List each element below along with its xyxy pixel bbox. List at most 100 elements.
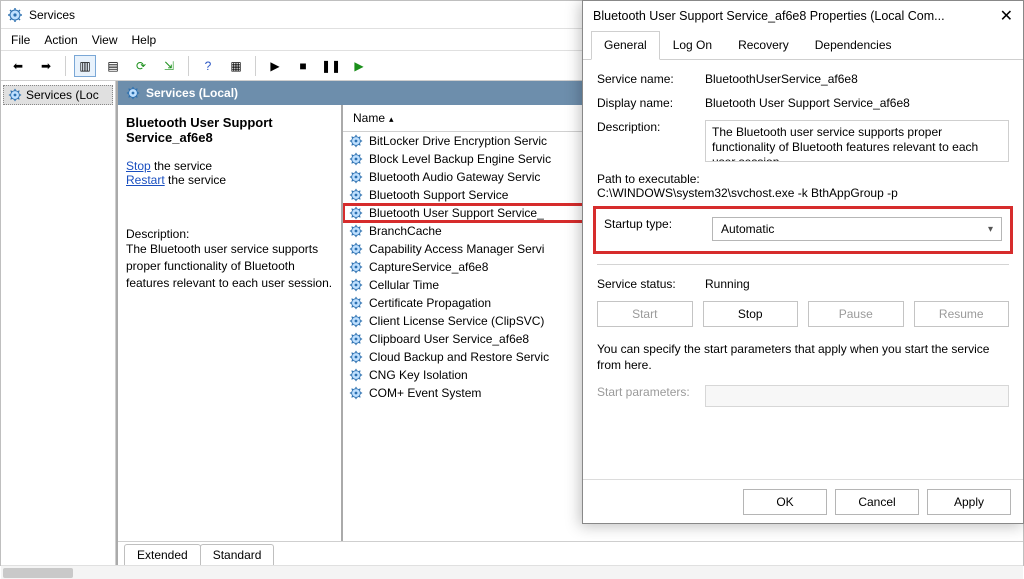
tab-dependencies[interactable]: Dependencies: [802, 31, 905, 59]
horizontal-scrollbar[interactable]: [1, 565, 1023, 579]
refresh-button[interactable]: ⟳: [130, 55, 152, 77]
show-hide-tree-button[interactable]: ▥: [74, 55, 96, 77]
restart-trail: the service: [165, 173, 226, 187]
path-value: C:\WINDOWS\system32\svchost.exe -k BthAp…: [597, 186, 1009, 200]
dialog-footer: OK Cancel Apply: [583, 479, 1023, 523]
tab-standard[interactable]: Standard: [200, 544, 275, 565]
export-button[interactable]: ⇲: [158, 55, 180, 77]
gear-icon: [349, 278, 363, 292]
start-button[interactable]: Start: [597, 301, 693, 327]
column-header-name-label: Name: [353, 111, 385, 125]
tree-root[interactable]: Services (Loc: [3, 85, 113, 105]
pause-service-button[interactable]: ❚❚: [320, 55, 342, 77]
gear-icon: [349, 242, 363, 256]
restart-service-button[interactable]: ▶: [348, 55, 370, 77]
service-status-label: Service status:: [597, 277, 705, 291]
service-name-label: Service name:: [597, 72, 705, 86]
tab-general[interactable]: General: [591, 31, 660, 60]
gear-icon: [349, 224, 363, 238]
content-header-label: Services (Local): [146, 86, 238, 100]
services-app-icon: [7, 7, 23, 23]
gear-icon: [349, 134, 363, 148]
service-name: Cloud Backup and Restore Servic: [369, 350, 549, 364]
scrollbar-thumb[interactable]: [3, 568, 73, 578]
stop-service-button[interactable]: ■: [292, 55, 314, 77]
start-parameters-label: Start parameters:: [597, 385, 705, 407]
display-name-value: Bluetooth User Support Service_af6e8: [705, 96, 1009, 110]
service-name: COM+ Event System: [369, 386, 481, 400]
forward-button[interactable]: ➡: [35, 55, 57, 77]
help-button[interactable]: ?: [197, 55, 219, 77]
path-label: Path to executable:: [597, 172, 1009, 186]
toolbar-divider: [255, 56, 256, 76]
service-name: Bluetooth User Support Service_: [369, 206, 544, 220]
chevron-down-icon: ▾: [988, 224, 993, 235]
pause-button[interactable]: Pause: [808, 301, 904, 327]
gear-icon: [349, 386, 363, 400]
ok-button[interactable]: OK: [743, 489, 827, 515]
tab-extended[interactable]: Extended: [124, 544, 201, 565]
description-text: The Bluetooth user service supports prop…: [126, 241, 333, 291]
gear-icon: [349, 350, 363, 364]
service-name-value: BluetoothUserService_af6e8: [705, 72, 1009, 86]
menu-action[interactable]: Action: [44, 33, 77, 47]
toolbar-divider: [65, 56, 66, 76]
stop-link[interactable]: Stop: [126, 159, 151, 173]
service-status-value: Running: [705, 277, 1009, 291]
startup-type-select[interactable]: Automatic ▾: [712, 217, 1002, 241]
selected-service-title: Bluetooth User Support Service_af6e8: [126, 115, 333, 145]
description-box[interactable]: The Bluetooth user service supports prop…: [705, 120, 1009, 162]
dialog-titlebar: Bluetooth User Support Service_af6e8 Pro…: [583, 1, 1023, 31]
gear-icon: [349, 170, 363, 184]
service-name: Block Level Backup Engine Servic: [369, 152, 551, 166]
service-name: Bluetooth Support Service: [369, 188, 508, 202]
list-button[interactable]: ▦: [225, 55, 247, 77]
dialog-tabs: General Log On Recovery Dependencies: [583, 31, 1023, 60]
description-label: Description:: [126, 227, 333, 241]
gear-icon: [349, 260, 363, 274]
gear-icon: [349, 368, 363, 382]
close-icon[interactable]: ✕: [1000, 6, 1013, 26]
description-label: Description:: [597, 120, 705, 162]
startup-type-value: Automatic: [721, 222, 774, 236]
resume-button[interactable]: Resume: [914, 301, 1010, 327]
description-pane: Bluetooth User Support Service_af6e8 Sto…: [118, 105, 343, 541]
gear-icon: [349, 188, 363, 202]
stop-trail: the service: [151, 159, 212, 173]
startup-type-label: Startup type:: [604, 217, 712, 241]
gear-icon: [349, 332, 363, 346]
service-name: Certificate Propagation: [369, 296, 491, 310]
apply-button[interactable]: Apply: [927, 489, 1011, 515]
service-name: Bluetooth Audio Gateway Servic: [369, 170, 540, 184]
divider: [597, 264, 1009, 265]
properties-dialog: Bluetooth User Support Service_af6e8 Pro…: [582, 0, 1024, 524]
sort-asc-icon: ▴: [389, 114, 394, 124]
dialog-body: Service name: BluetoothUserService_af6e8…: [583, 60, 1023, 429]
start-params-hint: You can specify the start parameters tha…: [597, 341, 1009, 373]
main-title: Services: [29, 8, 75, 22]
service-name: BranchCache: [369, 224, 442, 238]
cancel-button[interactable]: Cancel: [835, 489, 919, 515]
menu-help[interactable]: Help: [132, 33, 157, 47]
gear-icon: [349, 152, 363, 166]
start-service-button[interactable]: ▶: [264, 55, 286, 77]
dialog-title: Bluetooth User Support Service_af6e8 Pro…: [593, 9, 945, 23]
gear-icon: [349, 314, 363, 328]
service-name: BitLocker Drive Encryption Servic: [369, 134, 547, 148]
gear-icon: [8, 88, 22, 102]
tab-log-on[interactable]: Log On: [660, 31, 725, 59]
service-name: Clipboard User Service_af6e8: [369, 332, 529, 346]
menu-view[interactable]: View: [92, 33, 118, 47]
gear-icon: [349, 296, 363, 310]
menu-file[interactable]: File: [11, 33, 30, 47]
service-name: CNG Key Isolation: [369, 368, 468, 382]
service-name: CaptureService_af6e8: [369, 260, 488, 274]
properties-toolbar-button[interactable]: ▤: [102, 55, 124, 77]
tab-recovery[interactable]: Recovery: [725, 31, 802, 59]
service-name: Cellular Time: [369, 278, 439, 292]
console-tree: Services (Loc: [1, 81, 116, 565]
stop-button[interactable]: Stop: [703, 301, 799, 327]
tree-root-label: Services (Loc: [26, 88, 99, 102]
restart-link[interactable]: Restart: [126, 173, 165, 187]
back-button[interactable]: ⬅: [7, 55, 29, 77]
